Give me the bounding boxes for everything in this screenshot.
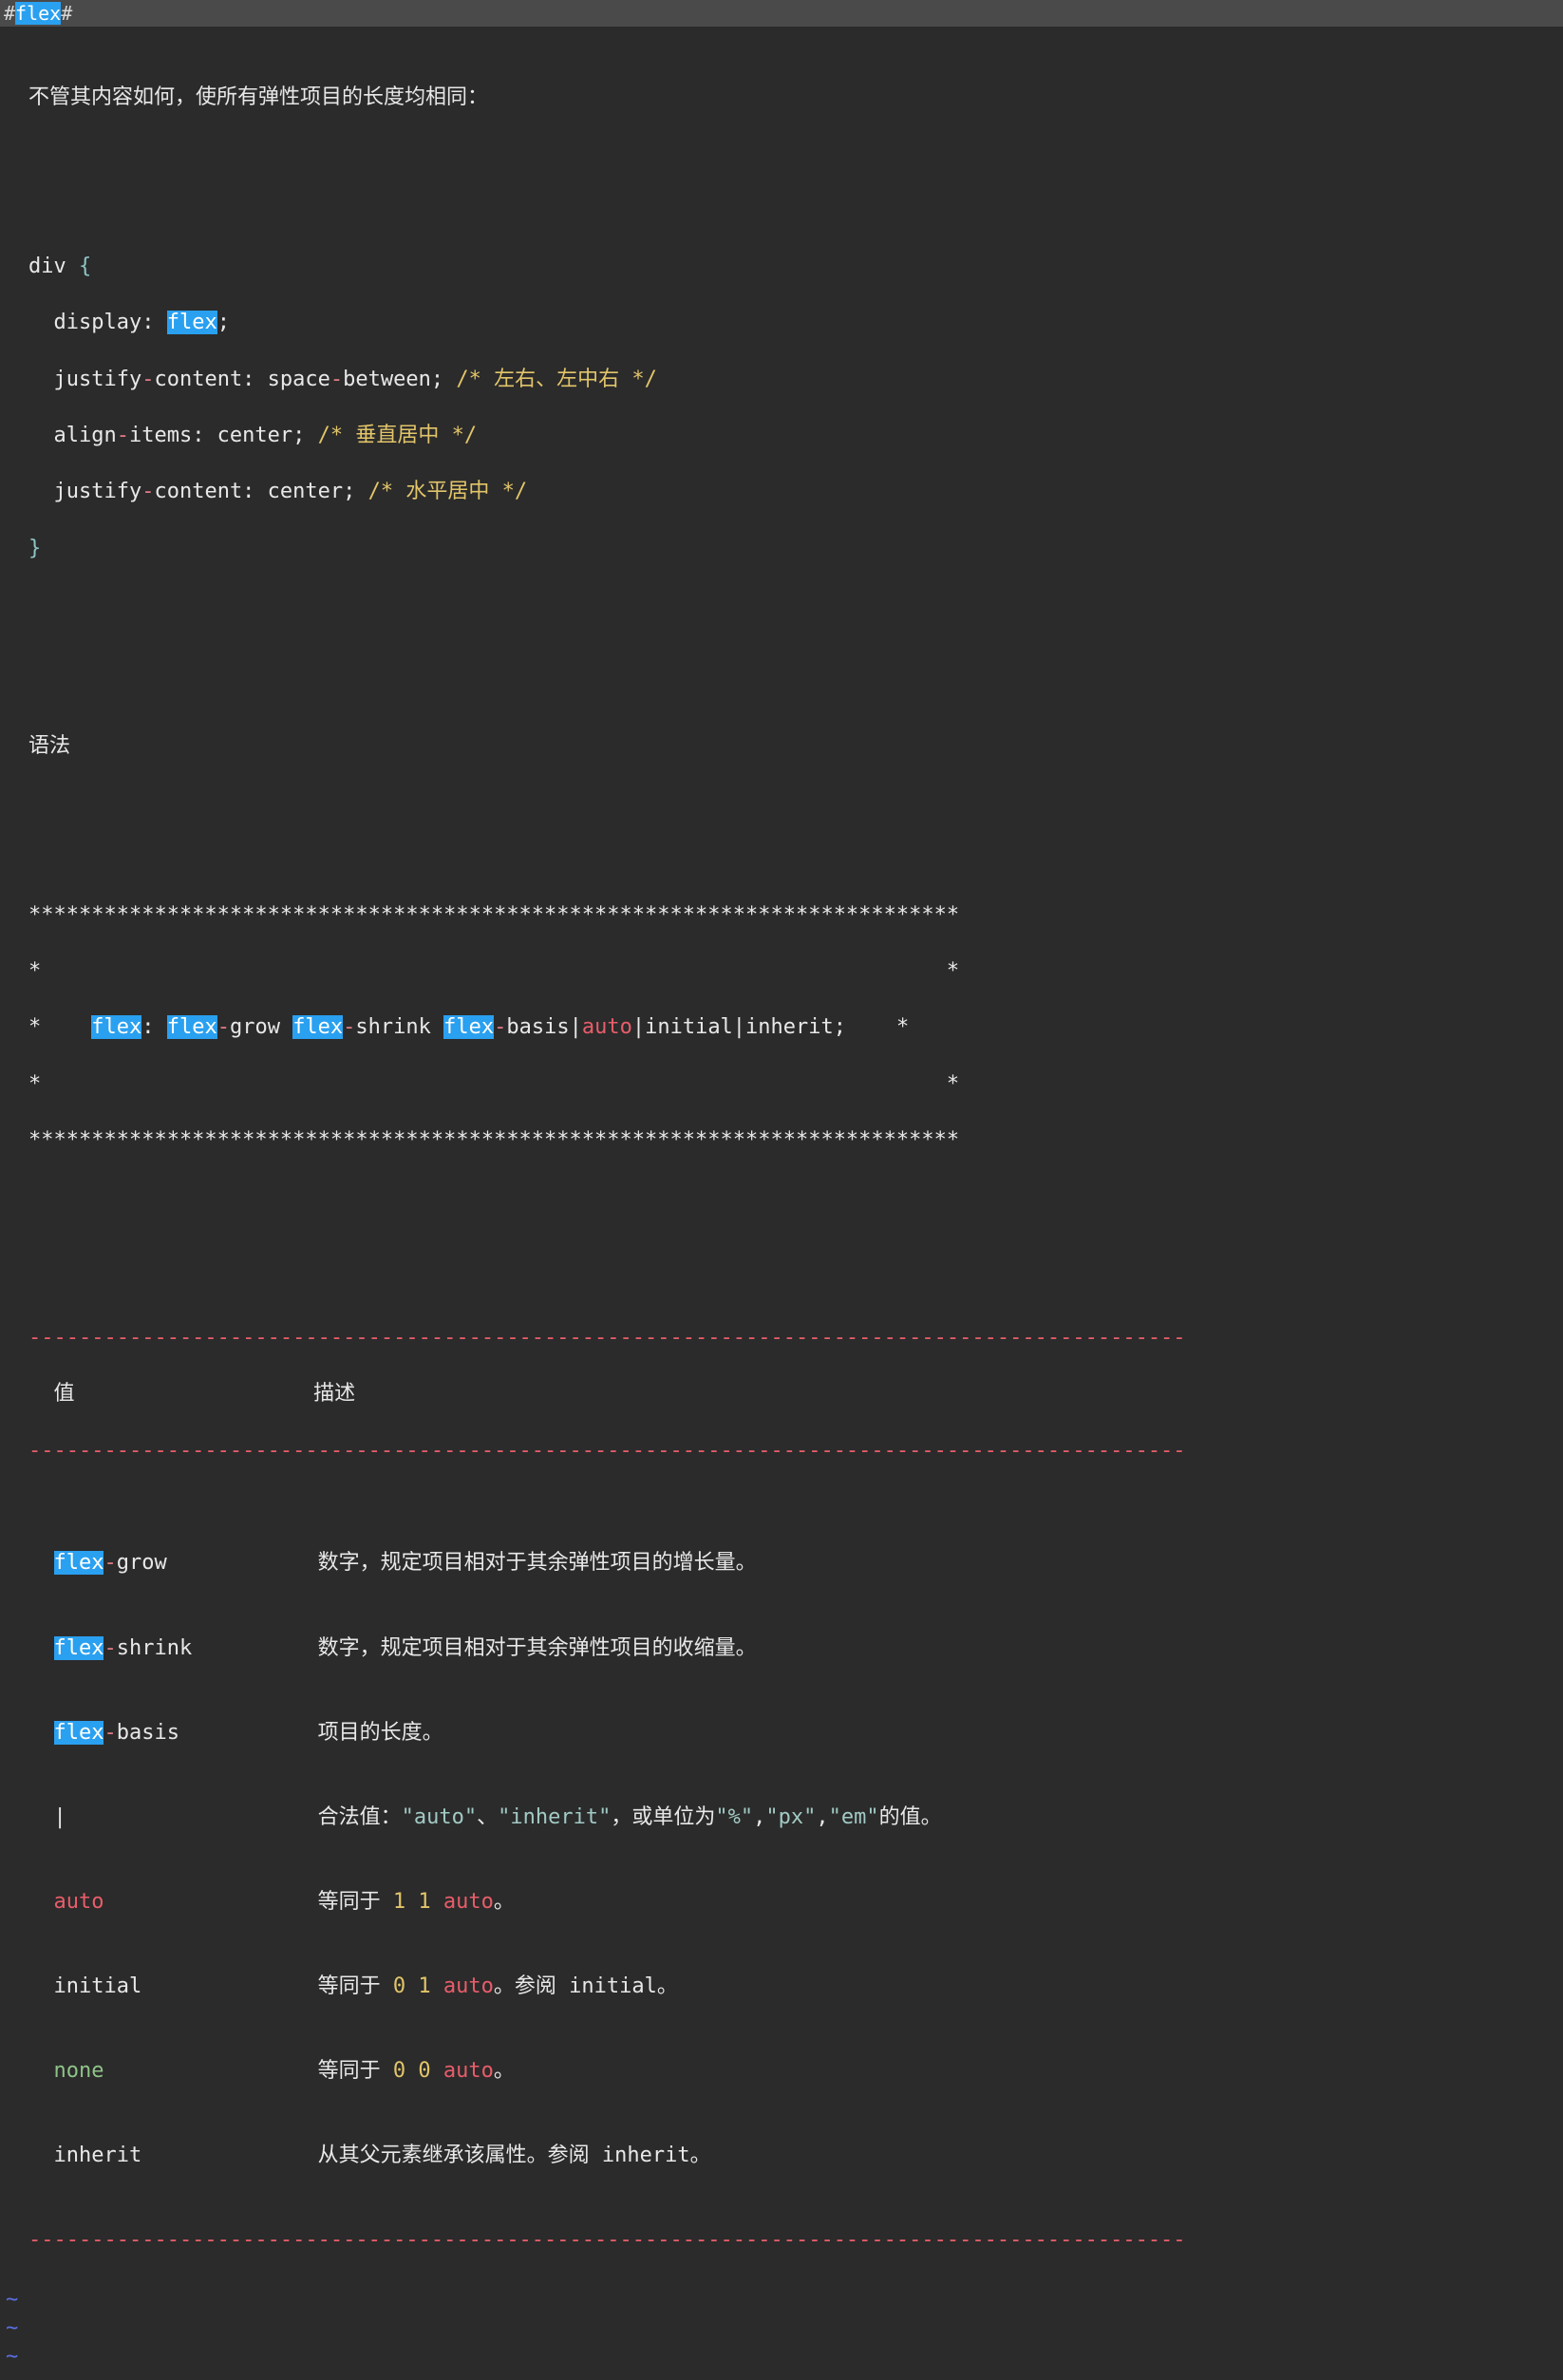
table-header-row: 值 描述 — [28, 1380, 1535, 1408]
table-row: flex-grow 数字，规定项目相对于其余弹性项目的增长量。 — [28, 1549, 1535, 1577]
box-content: * flex: flex-grow flex-shrink flex-basis… — [28, 1013, 1535, 1042]
table-row: inherit 从其父元素继承该属性。参阅 inherit。 — [28, 2142, 1535, 2170]
syntax-heading: 语法 — [28, 732, 1535, 761]
table-row: initial 等同于 0 1 auto。参阅 initial。 — [28, 1973, 1535, 2001]
blank-line — [28, 1211, 1535, 1239]
search-highlight: flex — [15, 2, 61, 25]
hr-line: ----------------------------------------… — [28, 1324, 1535, 1352]
blank-line — [28, 619, 1535, 648]
tilde-lines: ~ ~ ~ — [0, 2286, 1563, 2380]
hash-icon: # — [4, 2, 15, 25]
tilde-icon: ~ — [6, 2314, 1557, 2343]
code-line: align-items: center; /* 垂直居中 */ — [28, 422, 1535, 450]
hr-line: ----------------------------------------… — [28, 2226, 1535, 2255]
blank-line — [28, 140, 1535, 168]
title-bar: #flex# — [0, 0, 1563, 27]
tilde-icon: ~ — [6, 2286, 1557, 2314]
hash-icon: # — [61, 2, 72, 25]
code-line: justify-content: space-between; /* 左右、左中… — [28, 366, 1535, 394]
box-border: ****************************************… — [28, 901, 1535, 930]
table-row: auto 等同于 1 1 auto。 — [28, 1888, 1535, 1917]
table-row: flex-basis 项目的长度。 — [28, 1719, 1535, 1747]
code-line: display: flex; — [28, 309, 1535, 337]
box-side: * * — [28, 957, 1535, 986]
tilde-icon: ~ — [6, 2343, 1557, 2371]
box-side: * * — [28, 1070, 1535, 1099]
code-line: div { — [28, 253, 1535, 281]
intro-text: 不管其内容如何，使所有弹性项目的长度均相同： — [28, 84, 1535, 112]
hr-line: ----------------------------------------… — [28, 1437, 1535, 1465]
blank-line — [28, 675, 1535, 704]
editor-area[interactable]: 不管其内容如何，使所有弹性项目的长度均相同： div { display: fl… — [0, 27, 1563, 2286]
code-line: justify-content: center; /* 水平居中 */ — [28, 478, 1535, 506]
code-line: } — [28, 535, 1535, 563]
table-row: none 等同于 0 0 auto。 — [28, 2057, 1535, 2086]
blank-line — [28, 788, 1535, 817]
box-border: ****************************************… — [28, 1126, 1535, 1155]
table-row: | 合法值："auto"、"inherit"，或单位为"%","px","em"… — [28, 1804, 1535, 1832]
table-row: flex-shrink 数字，规定项目相对于其余弹性项目的收缩量。 — [28, 1634, 1535, 1663]
